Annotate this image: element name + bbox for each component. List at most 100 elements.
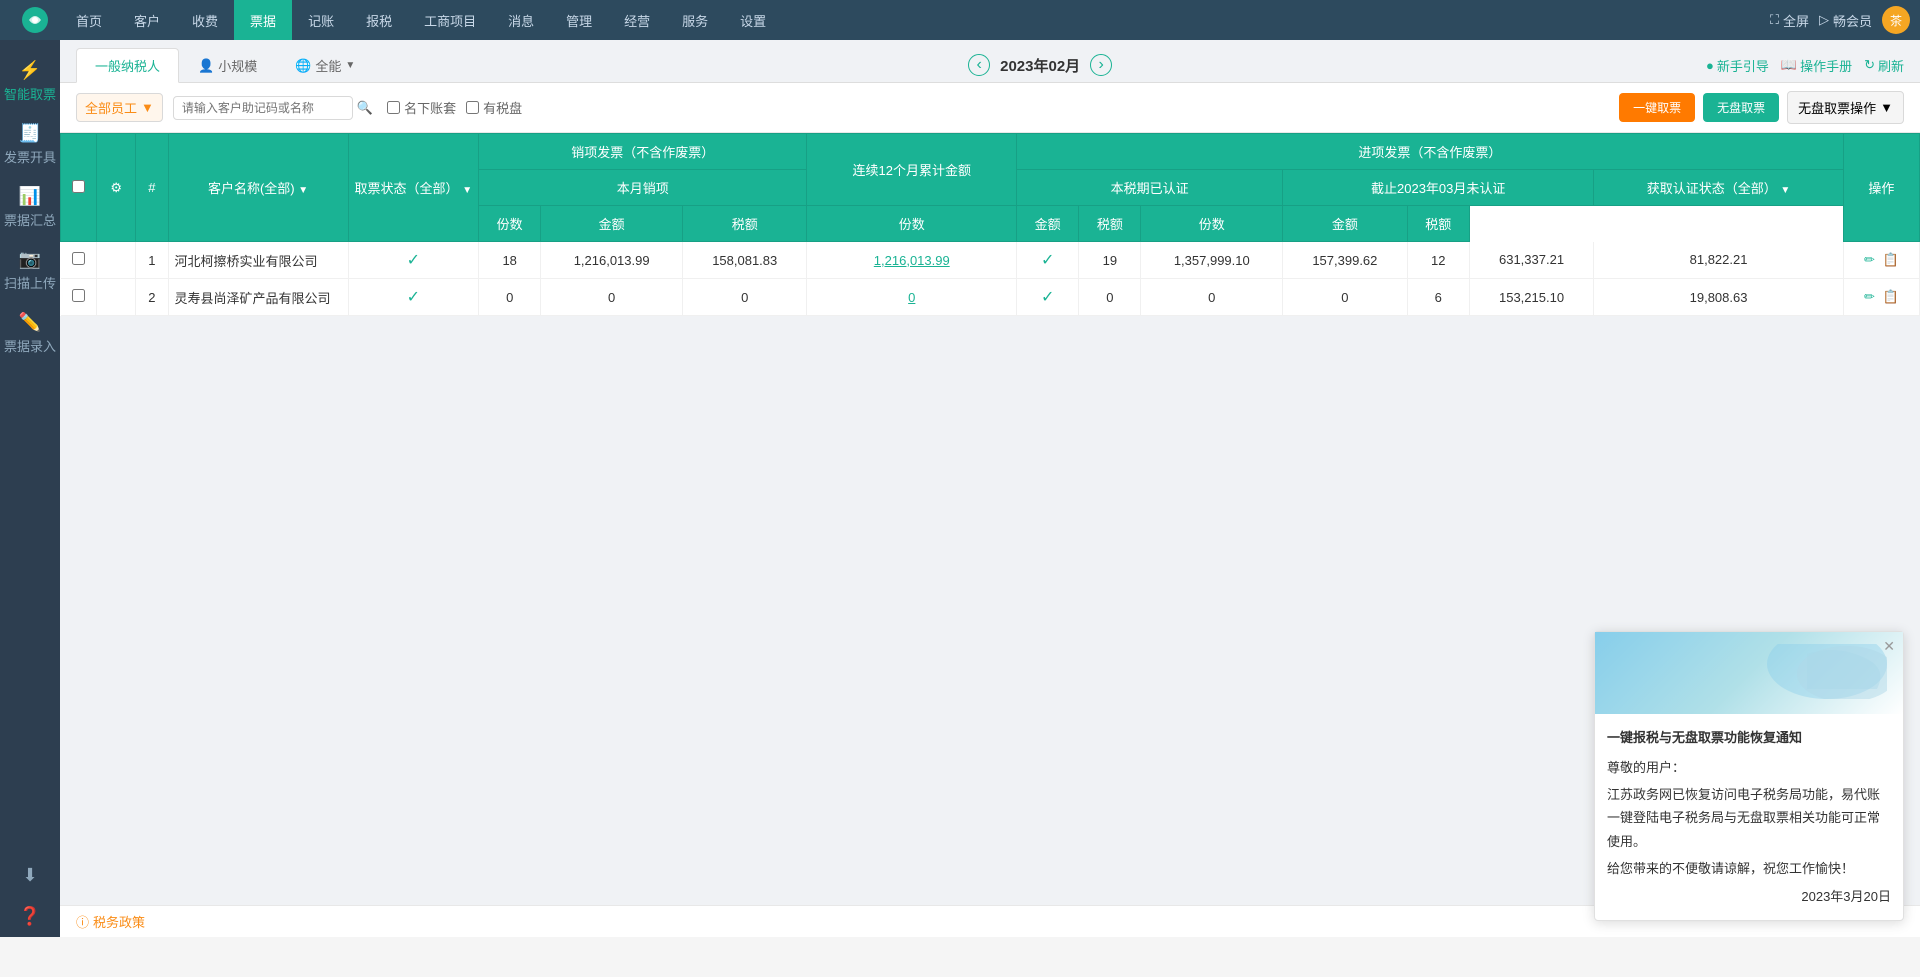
info-icon: ⓘ bbox=[76, 912, 89, 931]
filter-icon[interactable]: ▼ bbox=[298, 185, 308, 196]
tab-general-taxpayer[interactable]: 一般纳税人 bbox=[76, 48, 179, 83]
vip-btn[interactable]: ▷ 畅会员 bbox=[1819, 11, 1872, 30]
tax-policy-link[interactable]: ⓘ 税务政策 bbox=[76, 912, 145, 931]
sidebar-item-entry[interactable]: ✏️ 票据录入 bbox=[0, 302, 60, 365]
header-settings: ⚙ bbox=[97, 134, 136, 242]
invoice-table: ⚙ # 客户名称(全部) ▼ 取票状态（全部） ▼ 销项发票（不含作废票） 连续… bbox=[60, 133, 1920, 316]
chevron-down-icon: ▼ bbox=[345, 60, 355, 71]
data-table-container: ⚙ # 客户名称(全部) ▼ 取票状态（全部） ▼ 销项发票（不含作废票） 连续… bbox=[60, 133, 1920, 316]
header-count2: 份数 bbox=[807, 206, 1017, 242]
header-customer: 客户名称(全部) ▼ bbox=[168, 134, 348, 242]
one-click-ticket-btn[interactable]: 一键取票 bbox=[1619, 93, 1695, 122]
tab-actions: ● 新手引导 📖 操作手册 ↻ 刷新 bbox=[1706, 56, 1904, 75]
sidebar-item-smart-ticket[interactable]: ⚡ 智能取票 bbox=[0, 50, 60, 113]
notification-close-btn[interactable]: ✕ bbox=[1883, 638, 1895, 655]
edit-icon[interactable]: ✏ bbox=[1864, 289, 1875, 304]
new-guide-btn[interactable]: ● 新手引导 bbox=[1706, 56, 1769, 75]
nav-tax[interactable]: 报税 bbox=[350, 0, 408, 40]
nav-service[interactable]: 服务 bbox=[666, 0, 724, 40]
notification-popup: ✕ 一键报税与无盘取票功能恢复通知 尊敬的用户： 江苏政务网已恢复访问电子税务局… bbox=[1594, 631, 1904, 921]
download-icon: ⬇ bbox=[22, 865, 37, 886]
header-amount3: 金额 bbox=[1283, 206, 1407, 242]
header-checkbox-col bbox=[61, 134, 97, 242]
tab-all[interactable]: 🌐 全能 ▼ bbox=[276, 48, 374, 82]
nav-menu: 首页 客户 收费 票据 记账 报税 工商项目 消息 管理 经营 服务 设置 bbox=[60, 0, 1770, 40]
row-count2-cell: 0 bbox=[1079, 279, 1141, 316]
row-amount2-cell: 1,357,999.10 bbox=[1141, 242, 1283, 279]
row-settings-cell bbox=[97, 242, 136, 279]
taxbox-checkbox-label[interactable]: 有税盘 bbox=[466, 98, 522, 117]
notification-body: 一键报税与无盘取票功能恢复通知 尊敬的用户： 江苏政务网已恢复访问电子税务局功能… bbox=[1595, 714, 1903, 920]
nav-right-actions: ⛶ 全屏 ▷ 畅会员 茶 bbox=[1770, 6, 1910, 34]
user-avatar[interactable]: 茶 bbox=[1882, 6, 1910, 34]
account-checkbox-label[interactable]: 名下账套 bbox=[387, 98, 456, 117]
period-next-btn[interactable]: › bbox=[1090, 54, 1112, 76]
diskless-ticket-btn[interactable]: 无盘取票 bbox=[1703, 93, 1779, 122]
edit-icon[interactable]: ✏ bbox=[1864, 252, 1875, 267]
nav-message[interactable]: 消息 bbox=[492, 0, 550, 40]
nav-client[interactable]: 客户 bbox=[118, 0, 176, 40]
nav-fee[interactable]: 收费 bbox=[176, 0, 234, 40]
header-status: 取票状态（全部） ▼ bbox=[348, 134, 479, 242]
period-prev-btn[interactable]: ‹ bbox=[968, 54, 990, 76]
row-amount3-cell: 153,215.10 bbox=[1469, 279, 1593, 316]
doc-icon[interactable]: 📋 bbox=[1883, 252, 1899, 267]
header-purchase-invoice: 进项发票（不含作废票） bbox=[1017, 134, 1844, 170]
header-count1: 份数 bbox=[479, 206, 541, 242]
status-filter-icon[interactable]: ▼ bbox=[462, 185, 472, 196]
nav-operation[interactable]: 经营 bbox=[608, 0, 666, 40]
sidebar-item-help[interactable]: ❓ bbox=[19, 896, 41, 937]
sidebar-item-download[interactable]: ⬇ bbox=[19, 855, 41, 896]
fullscreen-btn[interactable]: ⛶ 全屏 bbox=[1770, 11, 1809, 30]
period-text: 2023年02月 bbox=[1000, 55, 1080, 76]
row-no-cell: 1 bbox=[136, 242, 168, 279]
nav-bookkeeping[interactable]: 记账 bbox=[292, 0, 350, 40]
nav-manage[interactable]: 管理 bbox=[550, 0, 608, 40]
header-count3: 份数 bbox=[1141, 206, 1283, 242]
summary-icon: 📊 bbox=[19, 186, 41, 207]
row-count1-cell: 0 bbox=[479, 279, 541, 316]
row-customer-cell: 河北柯擦桥实业有限公司 bbox=[168, 242, 348, 279]
nav-business[interactable]: 工商项目 bbox=[408, 0, 492, 40]
row-count2-cell: 19 bbox=[1079, 242, 1141, 279]
row-checkbox-0[interactable] bbox=[72, 252, 85, 265]
doc-icon[interactable]: 📋 bbox=[1883, 289, 1899, 304]
tab-small-scale[interactable]: 👤 小规模 bbox=[179, 48, 276, 82]
header-amount1: 金额 bbox=[541, 206, 683, 242]
account-checkbox[interactable] bbox=[387, 101, 400, 114]
row-checkbox-1[interactable] bbox=[72, 289, 85, 302]
nav-settings[interactable]: 设置 bbox=[724, 0, 782, 40]
row-tax1-cell: 0 bbox=[683, 279, 807, 316]
sidebar-item-invoice-open[interactable]: 🧾 发票开具 bbox=[0, 113, 60, 176]
search-button[interactable]: 🔍 bbox=[353, 96, 377, 120]
take-status-icon: ✓ bbox=[407, 252, 420, 269]
row-tax3-cell: 19,808.63 bbox=[1594, 279, 1844, 316]
consecutive12-link[interactable]: 1,216,013.99 bbox=[874, 253, 950, 268]
row-no-cell: 2 bbox=[136, 279, 168, 316]
sidebar-item-summary[interactable]: 📊 票据汇总 bbox=[0, 176, 60, 239]
cert-filter-icon[interactable]: ▼ bbox=[1780, 185, 1790, 196]
guide-icon: ● bbox=[1706, 58, 1714, 73]
nav-invoice[interactable]: 票据 bbox=[234, 0, 292, 40]
header-cert-status: 获取认证状态（全部） ▼ bbox=[1594, 170, 1844, 206]
tab-bar: 一般纳税人 👤 小规模 🌐 全能 ▼ ‹ 2023年02月 › ● 新手引导 📖… bbox=[60, 40, 1920, 83]
notification-text1: 江苏政务网已恢复访问电子税务局功能，易代账一键登陆电子税务局与无盘取票相关功能可… bbox=[1607, 783, 1891, 853]
entry-icon: ✏️ bbox=[19, 312, 41, 333]
left-sidebar: ⚡ 智能取票 🧾 发票开具 📊 票据汇总 📷 扫描上传 ✏️ 票据录入 ⬇ ❓ bbox=[0, 40, 60, 937]
employee-filter[interactable]: 全部员工 ▼ bbox=[76, 93, 163, 122]
row-operation-cell: ✏ 📋 bbox=[1843, 242, 1919, 279]
help-icon: ❓ bbox=[19, 906, 41, 927]
search-input[interactable] bbox=[173, 96, 353, 120]
dropdown-arrow-icon: ▼ bbox=[1880, 100, 1893, 115]
scan-icon: 📷 bbox=[19, 249, 41, 270]
sidebar-bottom: ⬇ ❓ bbox=[19, 855, 41, 937]
diskless-operations-dropdown[interactable]: 无盘取票操作 ▼ bbox=[1787, 91, 1904, 124]
refresh-btn[interactable]: ↻ 刷新 bbox=[1864, 56, 1904, 75]
select-all-checkbox[interactable] bbox=[72, 180, 85, 193]
sidebar-item-scan[interactable]: 📷 扫描上传 bbox=[0, 239, 60, 302]
nav-home[interactable]: 首页 bbox=[60, 0, 118, 40]
taxbox-checkbox[interactable] bbox=[466, 101, 479, 114]
manual-btn[interactable]: 📖 操作手册 bbox=[1781, 56, 1852, 75]
consecutive12-link[interactable]: 0 bbox=[908, 290, 915, 305]
notification-content[interactable]: 尊敬的用户： 江苏政务网已恢复访问电子税务局功能，易代账一键登陆电子税务局与无盘… bbox=[1607, 756, 1891, 908]
